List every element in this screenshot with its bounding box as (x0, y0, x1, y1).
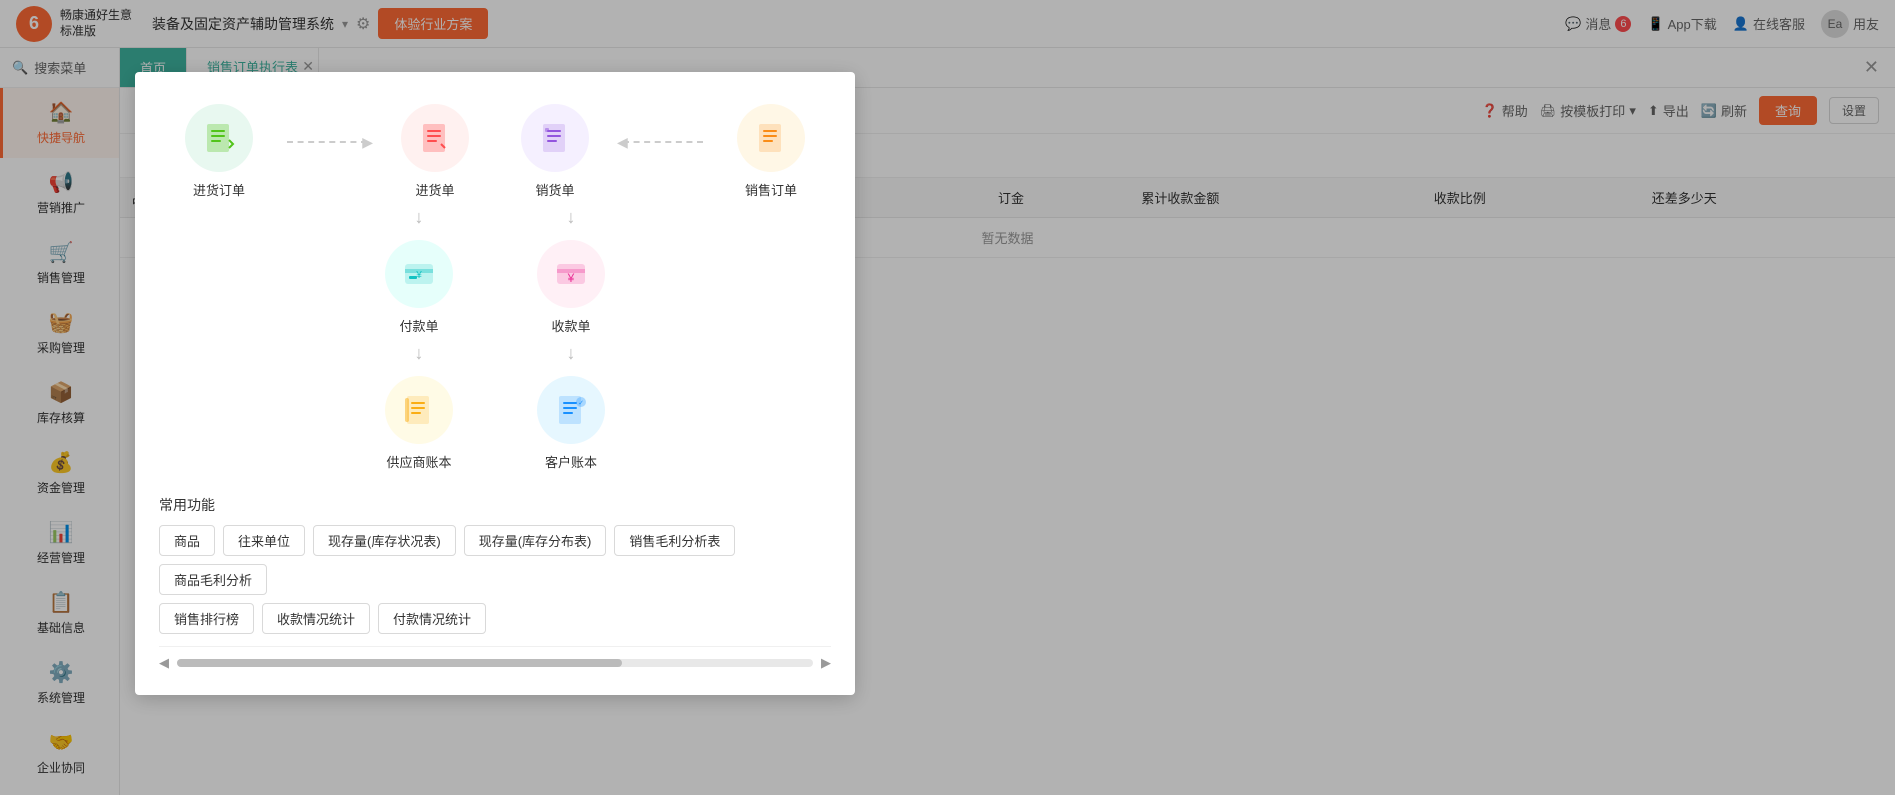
flow-node-customer-ledger[interactable]: ✓ 客户账本 (511, 376, 631, 471)
cf-btn-sales-margin[interactable]: 销售毛利分析表 (614, 525, 735, 556)
scroll-track[interactable] (177, 659, 813, 667)
receipt-label: 收款单 (551, 316, 590, 335)
flow-node-supplier-ledger[interactable]: 供应商账本 (359, 376, 479, 471)
arrows-down-row2: ↓ ↓ (159, 343, 831, 364)
flow-row-3: 供应商账本 ✓ 客户账本 (159, 368, 831, 479)
sales-receipt-circle (521, 104, 589, 172)
flow-node-payment[interactable]: ¥ 付款单 (359, 240, 479, 335)
cf-buttons-row2: 销售排行榜 收款情况统计 付款情况统计 (159, 603, 831, 634)
flow-row-1: 进货订单 ▶ (159, 96, 831, 207)
payment-label: 付款单 (399, 316, 438, 335)
modal-overlay[interactable]: 进货订单 ▶ (0, 0, 1895, 795)
common-functions-title: 常用功能 (159, 495, 831, 515)
svg-text:✓: ✓ (578, 400, 584, 407)
flow-node-purchase-receipt[interactable]: 进货单 (375, 104, 495, 199)
modal-box: 进货订单 ▶ (135, 72, 855, 695)
purchase-receipt-label: 进货单 (415, 180, 454, 199)
cf-btn-payment-stats[interactable]: 付款情况统计 (378, 603, 486, 634)
sales-order-circle (737, 104, 805, 172)
common-functions: 常用功能 商品 往来单位 现存量(库存状况表) 现存量(库存分布表) 销售毛利分… (159, 495, 831, 634)
cf-btn-stock-dist[interactable]: 现存量(库存分布表) (464, 525, 607, 556)
scroll-right-arrow[interactable]: ▶ (821, 655, 831, 671)
purchase-order-circle (185, 104, 253, 172)
purchase-receipt-circle (401, 104, 469, 172)
flow-node-purchase-order[interactable]: 进货订单 (159, 104, 279, 199)
supplier-ledger-label: 供应商账本 (386, 452, 451, 471)
purchase-order-label: 进货订单 (193, 180, 245, 199)
cf-btn-product-margin[interactable]: 商品毛利分析 (159, 564, 267, 595)
flow-diagram: 进货订单 ▶ (159, 96, 831, 479)
cf-btn-stock-status[interactable]: 现存量(库存状况表) (313, 525, 456, 556)
flow-node-receipt[interactable]: ¥ 收款单 (511, 240, 631, 335)
receipt-circle: ¥ (537, 240, 605, 308)
flow-node-sales-receipt[interactable]: 销货单 (495, 104, 615, 199)
cf-buttons-row: 商品 往来单位 现存量(库存状况表) 现存量(库存分布表) 销售毛利分析表 商品… (159, 525, 831, 595)
arrows-down-row1: ↓ ↓ (159, 207, 831, 228)
cf-btn-sales-rank[interactable]: 销售排行榜 (159, 603, 254, 634)
customer-ledger-circle: ✓ (537, 376, 605, 444)
payment-circle: ¥ (385, 240, 453, 308)
flow-row-2: ¥ 付款单 ¥ 收款单 (159, 232, 831, 343)
scrollbar-area: ◀ ▶ (159, 646, 831, 671)
supplier-ledger-circle (385, 376, 453, 444)
svg-text:¥: ¥ (567, 271, 575, 285)
flow-node-sales-order[interactable]: 销售订单 (711, 104, 831, 199)
scroll-left-arrow[interactable]: ◀ (159, 655, 169, 671)
svg-text:¥: ¥ (415, 270, 422, 281)
cf-btn-receipt-stats[interactable]: 收款情况统计 (262, 603, 370, 634)
sales-receipt-label: 销货单 (535, 180, 574, 199)
sales-order-label: 销售订单 (745, 180, 797, 199)
scroll-thumb (177, 659, 622, 667)
cf-btn-product[interactable]: 商品 (159, 525, 215, 556)
cf-btn-contacts[interactable]: 往来单位 (223, 525, 305, 556)
customer-ledger-label: 客户账本 (545, 452, 597, 471)
